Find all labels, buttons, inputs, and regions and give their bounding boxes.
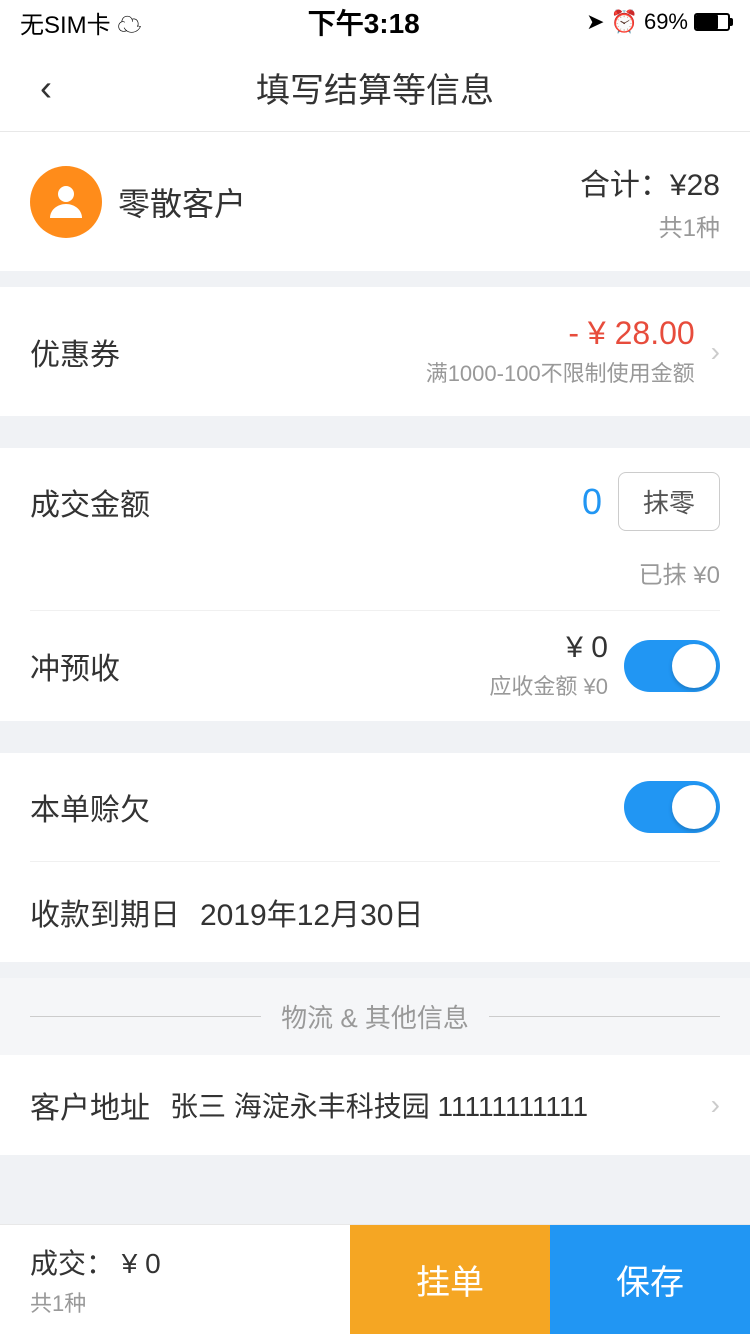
bottom-bar: 成交： ¥ 0 共1种 挂单 保存: [0, 1224, 750, 1334]
coupon-row[interactable]: 优惠券 - ¥ 28.00 满1000-100不限制使用金额 ›: [0, 287, 750, 416]
logistics-header: 物流 & 其他信息: [0, 978, 750, 1055]
customer-name: 零散客户: [118, 179, 246, 225]
bottom-count: 共1种: [30, 1286, 320, 1318]
prepay-values: ¥ 0 应收金额 ¥0: [489, 631, 608, 701]
bottom-trans-value: ¥ 0: [122, 1248, 161, 1279]
address-row[interactable]: 客户地址 张三 海淀永丰科技园 11111111111 ›: [0, 1055, 750, 1155]
gray-divider-2: [0, 721, 750, 737]
coupon-sub: 满1000-100不限制使用金额: [426, 356, 695, 388]
content: 零散客户 合计：¥28 共1种 优惠券 - ¥ 28.00 满1000-100不…: [0, 132, 750, 1291]
prepay-toggle[interactable]: [624, 640, 720, 692]
round-zero-button[interactable]: 抹零: [618, 472, 720, 531]
bottom-summary: 成交： ¥ 0 共1种: [0, 1242, 350, 1318]
coupon-section: 优惠券 - ¥ 28.00 满1000-100不限制使用金额 ›: [0, 287, 750, 416]
address-label: 客户地址: [30, 1083, 150, 1127]
debt-row: 本单赊欠: [0, 753, 750, 861]
coupon-value-block: - ¥ 28.00 满1000-100不限制使用金额: [426, 315, 695, 388]
transaction-section: 成交金额 0 抹零 已抹 ¥0 冲预收 ¥ 0 应收金额 ¥0: [0, 448, 750, 721]
debt-toggle[interactable]: [624, 781, 720, 833]
page-title: 填写结算等信息: [256, 63, 494, 112]
status-right: ➤ ⏰ 69%: [586, 9, 730, 35]
bottom-trans-prefix: 成交：: [30, 1248, 114, 1279]
save-button[interactable]: 保存: [550, 1225, 750, 1334]
total-amount: 合计：¥28: [580, 160, 720, 204]
prepay-right: ¥ 0 应收金额 ¥0: [489, 631, 720, 701]
transaction-value[interactable]: 0: [542, 481, 602, 523]
logistics-title: 物流 & 其他信息: [261, 998, 489, 1035]
sim-label: 无SIM卡 ☁: [20, 5, 141, 40]
chevron-right-icon: ›: [711, 336, 720, 368]
customer-section: 零散客户 合计：¥28 共1种: [0, 132, 750, 271]
address-value: 张三 海淀永丰科技园 11111111111: [170, 1085, 711, 1125]
hang-button[interactable]: 挂单: [350, 1225, 550, 1334]
address-chevron-icon: ›: [711, 1089, 720, 1121]
coupon-amount: - ¥ 28.00: [426, 315, 695, 352]
prepay-row: 冲预收 ¥ 0 应收金额 ¥0: [0, 611, 750, 721]
logistics-line-left: [30, 1016, 261, 1017]
status-time: 下午3:18: [308, 2, 420, 42]
due-date-row: 收款到期日 2019年12月30日: [0, 862, 750, 962]
nav-bar: ‹ 填写结算等信息: [0, 44, 750, 132]
status-left: 无SIM卡 ☁: [20, 5, 141, 40]
customer-right: 合计：¥28 共1种: [580, 160, 720, 243]
battery-icon: [694, 13, 730, 31]
transaction-row: 成交金额 0 抹零: [0, 448, 750, 555]
location-icon: ➤: [586, 9, 604, 35]
transaction-label: 成交金额: [30, 480, 150, 524]
debt-toggle-thumb: [672, 785, 716, 829]
transaction-sub: 已抹 ¥0: [0, 555, 750, 610]
gray-divider-3: [0, 962, 750, 978]
prepay-sub: 应收金额 ¥0: [489, 669, 608, 701]
address-section: 客户地址 张三 海淀永丰科技园 11111111111 ›: [0, 1055, 750, 1155]
toggle-thumb: [672, 644, 716, 688]
logistics-line-right: [489, 1016, 720, 1017]
due-date-value[interactable]: 2019年12月30日: [200, 890, 423, 934]
customer-avatar: [30, 166, 102, 238]
coupon-label: 优惠券: [30, 330, 120, 374]
prepay-value: ¥ 0: [489, 631, 608, 665]
due-date-label: 收款到期日: [30, 890, 180, 934]
customer-left: 零散客户: [30, 166, 246, 238]
transaction-input-area: 0 抹零: [542, 472, 720, 531]
person-icon: [42, 178, 90, 226]
debt-label: 本单赊欠: [30, 785, 150, 829]
alarm-icon: ⏰: [611, 9, 638, 35]
back-button[interactable]: ‹: [30, 57, 62, 119]
customer-row: 零散客户 合计：¥28 共1种: [0, 132, 750, 271]
status-bar: 无SIM卡 ☁ 下午3:18 ➤ ⏰ 69%: [0, 0, 750, 44]
battery-percent: 69%: [644, 9, 688, 35]
gray-divider-1: [0, 432, 750, 448]
prepay-label: 冲预收: [30, 644, 120, 688]
debt-section: 本单赊欠 收款到期日 2019年12月30日: [0, 753, 750, 962]
bottom-trans-label: 成交： ¥ 0: [30, 1242, 320, 1282]
total-count: 共1种: [580, 208, 720, 243]
coupon-right: - ¥ 28.00 满1000-100不限制使用金额 ›: [426, 315, 720, 388]
